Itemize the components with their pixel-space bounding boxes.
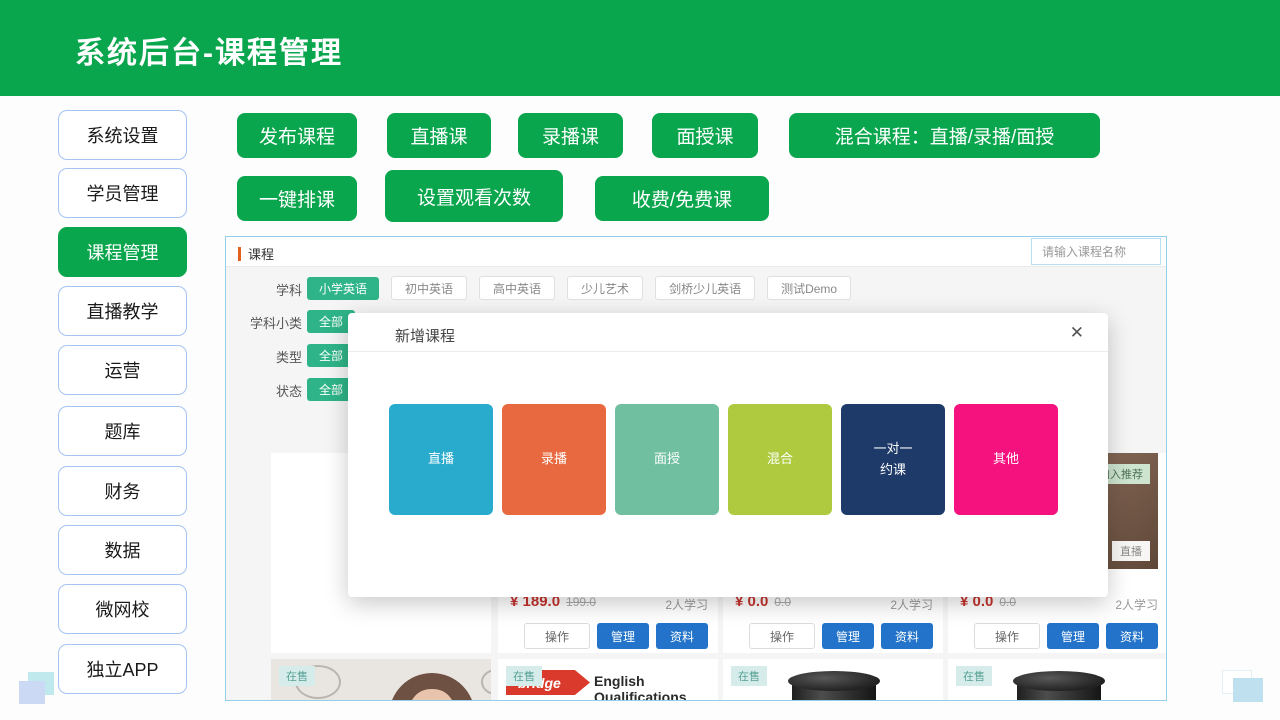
sidebar-item-standalone-app[interactable]: 独立APP (58, 644, 187, 694)
decorative-square (19, 681, 45, 704)
course-card-6[interactable]: 在售 (723, 659, 943, 701)
modal-title: 新增课程 (395, 325, 455, 346)
live-course-button[interactable]: 直播课 (387, 113, 491, 158)
panel-title: 课程 (238, 244, 274, 263)
card-actions: 操作 管理 资料 (749, 623, 933, 649)
filter-chip-kids-art[interactable]: 少儿艺术 (567, 276, 643, 300)
sidebar-item-question-bank[interactable]: 题库 (58, 406, 187, 456)
material-button[interactable]: 资料 (656, 623, 708, 649)
recorded-course-button[interactable]: 录播课 (518, 113, 623, 158)
manage-button[interactable]: 管理 (1047, 623, 1099, 649)
filter-chip-test-demo[interactable]: 测试Demo (767, 276, 851, 300)
sidebar-item-finance[interactable]: 财务 (58, 466, 187, 516)
category-mixed[interactable]: 混合 (728, 404, 832, 515)
operate-button[interactable]: 操作 (974, 623, 1040, 649)
filter-label-subcategory: 学科小类 (226, 313, 302, 332)
add-course-modal: 新增课程 ✕ 直播 录播 面授 混合 一对一约课 其他 (348, 313, 1108, 597)
decorative-square (1233, 678, 1263, 702)
page: 系统后台-课程管理 系统设置 学员管理 课程管理 直播教学 运营 题库 财务 数… (0, 0, 1280, 720)
cylinder-photo (1013, 671, 1105, 701)
category-other[interactable]: 其他 (954, 404, 1058, 515)
filter-chip-cambridge-kids[interactable]: 剑桥少儿英语 (655, 276, 755, 300)
offline-course-button[interactable]: 面授课 (652, 113, 758, 158)
modal-divider (348, 351, 1108, 352)
sidebar-item-data[interactable]: 数据 (58, 525, 187, 575)
sidebar-item-live-teaching[interactable]: 直播教学 (58, 286, 187, 336)
students-count: 2人学习 (665, 596, 708, 613)
on-sale-badge: 在售 (956, 666, 992, 686)
panel-header: 课程 (226, 237, 1166, 267)
material-button[interactable]: 资料 (881, 623, 933, 649)
operate-button[interactable]: 操作 (749, 623, 815, 649)
category-live[interactable]: 直播 (389, 404, 493, 515)
operate-button[interactable]: 操作 (524, 623, 590, 649)
filter-label-subject: 学科 (226, 280, 302, 299)
search-input[interactable] (1031, 238, 1161, 265)
one-click-schedule-button[interactable]: 一键排课 (237, 176, 357, 221)
material-button[interactable]: 资料 (1106, 623, 1158, 649)
set-view-count-button[interactable]: 设置观看次数 (385, 170, 563, 222)
filter-row-subject: 小学英语 初中英语 高中英语 少儿艺术 剑桥少儿英语 测试Demo (307, 276, 851, 300)
course-old-price: 0.0 (999, 595, 1016, 609)
close-icon[interactable]: ✕ (1070, 323, 1084, 343)
card-actions: 操作 管理 资料 (974, 623, 1158, 649)
on-sale-badge: 在售 (731, 666, 767, 686)
course-card-4[interactable]: 在售 (271, 659, 491, 701)
category-recorded[interactable]: 录播 (502, 404, 606, 515)
sidebar-item-micro-school[interactable]: 微网校 (58, 584, 187, 634)
paid-free-course-button[interactable]: 收费/免费课 (595, 176, 769, 221)
sidebar-item-student-management[interactable]: 学员管理 (58, 168, 187, 218)
students-count: 2人学习 (1115, 596, 1158, 613)
filter-chip-senior-english[interactable]: 高中英语 (479, 276, 555, 300)
filter-label-status: 状态 (226, 381, 302, 400)
manage-button[interactable]: 管理 (597, 623, 649, 649)
students-count: 2人学习 (890, 596, 933, 613)
app-header: 系统后台-课程管理 (0, 0, 1280, 96)
sidebar-item-operations[interactable]: 运营 (58, 345, 187, 395)
page-title: 系统后台-课程管理 (0, 0, 1280, 72)
cambridge-text: English Qualifications (594, 673, 718, 701)
publish-course-button[interactable]: 发布课程 (237, 113, 357, 158)
course-old-price: 0.0 (774, 595, 791, 609)
on-sale-badge: 在售 (506, 666, 542, 686)
sidebar-item-course-management[interactable]: 课程管理 (58, 227, 187, 277)
on-sale-badge: 在售 (279, 666, 315, 686)
filter-subject-active[interactable]: 小学英语 (307, 277, 379, 300)
filter-label-type: 类型 (226, 347, 302, 366)
mixed-course-button[interactable]: 混合课程：直播/录播/面授 (789, 113, 1100, 158)
course-old-price: 199.0 (566, 595, 596, 609)
category-one-on-one[interactable]: 一对一约课 (841, 404, 945, 515)
cylinder-photo (788, 671, 880, 701)
live-badge: 直播 (1112, 541, 1150, 561)
category-cards: 直播 录播 面授 混合 一对一约课 其他 (389, 404, 1058, 515)
card-actions: 操作 管理 资料 (524, 623, 708, 649)
category-offline[interactable]: 面授 (615, 404, 719, 515)
sidebar-item-system-settings[interactable]: 系统设置 (58, 110, 187, 160)
manage-button[interactable]: 管理 (822, 623, 874, 649)
course-card-7[interactable]: 在售 (948, 659, 1167, 701)
filter-chip-junior-english[interactable]: 初中英语 (391, 276, 467, 300)
course-card-5[interactable]: bridge English Qualifications 在售 (498, 659, 718, 701)
